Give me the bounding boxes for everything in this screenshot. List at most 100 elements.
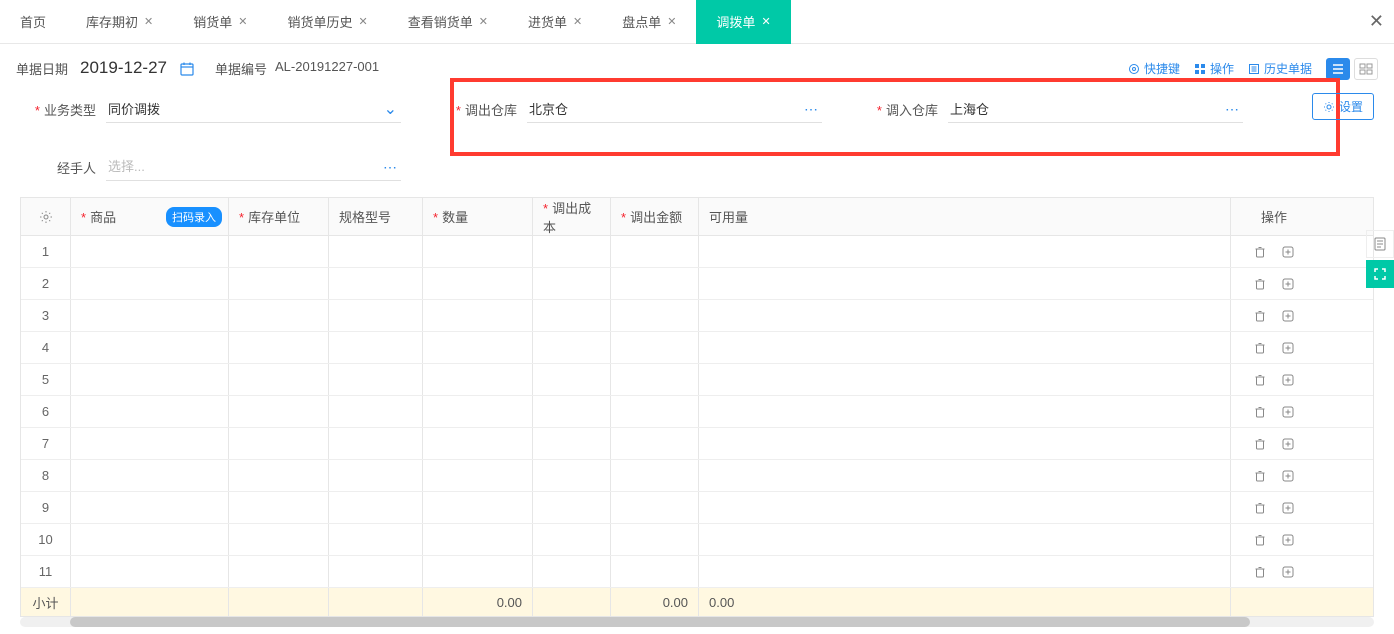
- table-row[interactable]: 4: [21, 332, 1373, 364]
- in-warehouse-label: 调入仓库: [862, 100, 948, 119]
- tab-inventory-init[interactable]: 库存期初✕: [66, 0, 173, 44]
- delete-row-icon[interactable]: [1253, 565, 1267, 579]
- tab-home[interactable]: 首页: [0, 0, 66, 44]
- items-table: 商品扫码录入 库存单位 规格型号 数量 调出成本 调出金额 可用量 操作 1 2: [20, 197, 1374, 617]
- tab-sales-history[interactable]: 销货单历史✕: [267, 0, 387, 44]
- add-row-icon[interactable]: [1281, 533, 1295, 547]
- row-number: 7: [21, 428, 71, 459]
- table-row[interactable]: 1: [21, 236, 1373, 268]
- row-number: 11: [21, 556, 71, 587]
- row-number: 9: [21, 492, 71, 523]
- tab-sales-order[interactable]: 销货单✕: [173, 0, 267, 44]
- form: 业务类型 ⌄ 调出仓库 ⋯ 调入仓库 ⋯ 经手人 ⋯ 设置: [0, 89, 1394, 197]
- history-button[interactable]: 历史单据: [1248, 60, 1312, 77]
- subtotal-row: 小计 0.00 0.00 0.00: [21, 588, 1373, 616]
- table-row[interactable]: 5: [21, 364, 1373, 396]
- row-number: 6: [21, 396, 71, 427]
- in-warehouse-select[interactable]: [948, 95, 1243, 123]
- close-icon[interactable]: ✕: [479, 15, 488, 28]
- view-toggle: [1326, 58, 1378, 80]
- scan-badge[interactable]: 扫码录入: [166, 207, 222, 227]
- add-row-icon[interactable]: [1281, 245, 1295, 259]
- row-number: 3: [21, 300, 71, 331]
- ops-header: 操作: [1261, 207, 1287, 226]
- table-row[interactable]: 6: [21, 396, 1373, 428]
- handler-label: 经手人: [20, 158, 106, 177]
- doc-no-label: 单据编号: [215, 59, 267, 78]
- table-header: 商品扫码录入 库存单位 规格型号 数量 调出成本 调出金额 可用量 操作: [21, 198, 1373, 236]
- delete-row-icon[interactable]: [1253, 405, 1267, 419]
- add-row-icon[interactable]: [1281, 373, 1295, 387]
- add-row-icon[interactable]: [1281, 469, 1295, 483]
- settings-button[interactable]: 设置: [1312, 93, 1374, 120]
- horizontal-scrollbar[interactable]: [20, 617, 1374, 627]
- tab-purchase[interactable]: 进货单✕: [508, 0, 602, 44]
- out-warehouse-label: 调出仓库: [441, 100, 527, 119]
- gear-column[interactable]: [21, 198, 71, 235]
- subtotal-avail: 0.00: [699, 588, 1231, 616]
- delete-row-icon[interactable]: [1253, 373, 1267, 387]
- delete-row-icon[interactable]: [1253, 277, 1267, 291]
- table-row[interactable]: 2: [21, 268, 1373, 300]
- row-number: 10: [21, 524, 71, 555]
- calendar-icon[interactable]: [179, 61, 195, 77]
- table-row[interactable]: 7: [21, 428, 1373, 460]
- close-icon[interactable]: ✕: [573, 15, 582, 28]
- list-view-button[interactable]: [1326, 58, 1350, 80]
- add-row-icon[interactable]: [1281, 405, 1295, 419]
- add-row-icon[interactable]: [1281, 277, 1295, 291]
- table-row[interactable]: 11: [21, 556, 1373, 588]
- doc-no-value: AL-20191227-001: [275, 59, 379, 78]
- side-expand-button[interactable]: [1366, 260, 1394, 288]
- table-row[interactable]: 9: [21, 492, 1373, 524]
- side-note-button[interactable]: [1366, 230, 1394, 258]
- handler-select[interactable]: [106, 153, 401, 181]
- row-number: 8: [21, 460, 71, 491]
- table-row[interactable]: 8: [21, 460, 1373, 492]
- close-icon[interactable]: ✕: [359, 15, 368, 28]
- date-input[interactable]: 2019-12-27: [80, 58, 167, 79]
- toolbar: 单据日期 2019-12-27 单据编号 AL-20191227-001 快捷键…: [0, 44, 1394, 89]
- subtotal-label: 小计: [21, 588, 71, 616]
- delete-row-icon[interactable]: [1253, 341, 1267, 355]
- product-header: 商品: [81, 207, 116, 226]
- tab-view-sales[interactable]: 查看销货单✕: [388, 0, 508, 44]
- add-row-icon[interactable]: [1281, 501, 1295, 515]
- spec-header: 规格型号: [339, 207, 391, 226]
- close-icon[interactable]: ✕: [667, 15, 676, 28]
- subtotal-amount: 0.00: [611, 588, 699, 616]
- add-row-icon[interactable]: [1281, 437, 1295, 451]
- row-number: 2: [21, 268, 71, 299]
- unit-header: 库存单位: [239, 207, 300, 226]
- row-number: 5: [21, 364, 71, 395]
- tab-stocktake[interactable]: 盘点单✕: [602, 0, 696, 44]
- biz-type-select[interactable]: [106, 95, 401, 123]
- more-icon[interactable]: ⋯: [1225, 101, 1239, 118]
- add-row-icon[interactable]: [1281, 309, 1295, 323]
- close-icon[interactable]: ✕: [238, 15, 247, 28]
- delete-row-icon[interactable]: [1253, 245, 1267, 259]
- close-icon[interactable]: ✕: [144, 15, 153, 28]
- table-row[interactable]: 3: [21, 300, 1373, 332]
- more-icon[interactable]: ⋯: [804, 101, 818, 118]
- delete-row-icon[interactable]: [1253, 309, 1267, 323]
- delete-row-icon[interactable]: [1253, 533, 1267, 547]
- delete-row-icon[interactable]: [1253, 501, 1267, 515]
- shortcut-button[interactable]: 快捷键: [1128, 60, 1180, 77]
- close-icon[interactable]: ✕: [761, 15, 770, 28]
- table-row[interactable]: 10: [21, 524, 1373, 556]
- out-warehouse-select[interactable]: [527, 95, 822, 123]
- ops-button[interactable]: 操作: [1194, 60, 1234, 77]
- delete-row-icon[interactable]: [1253, 469, 1267, 483]
- close-all-icon[interactable]: ✕: [1369, 11, 1384, 32]
- chevron-down-icon[interactable]: ⌄: [384, 99, 397, 119]
- delete-row-icon[interactable]: [1253, 437, 1267, 451]
- grid-view-button[interactable]: [1354, 58, 1378, 80]
- row-number: 1: [21, 236, 71, 267]
- add-row-icon[interactable]: [1281, 341, 1295, 355]
- more-icon[interactable]: ⋯: [383, 159, 397, 176]
- add-row-icon[interactable]: [1281, 565, 1295, 579]
- tab-transfer[interactable]: 调拨单✕: [696, 0, 790, 44]
- cost-header: 调出成本: [543, 198, 600, 236]
- qty-header: 数量: [433, 207, 468, 226]
